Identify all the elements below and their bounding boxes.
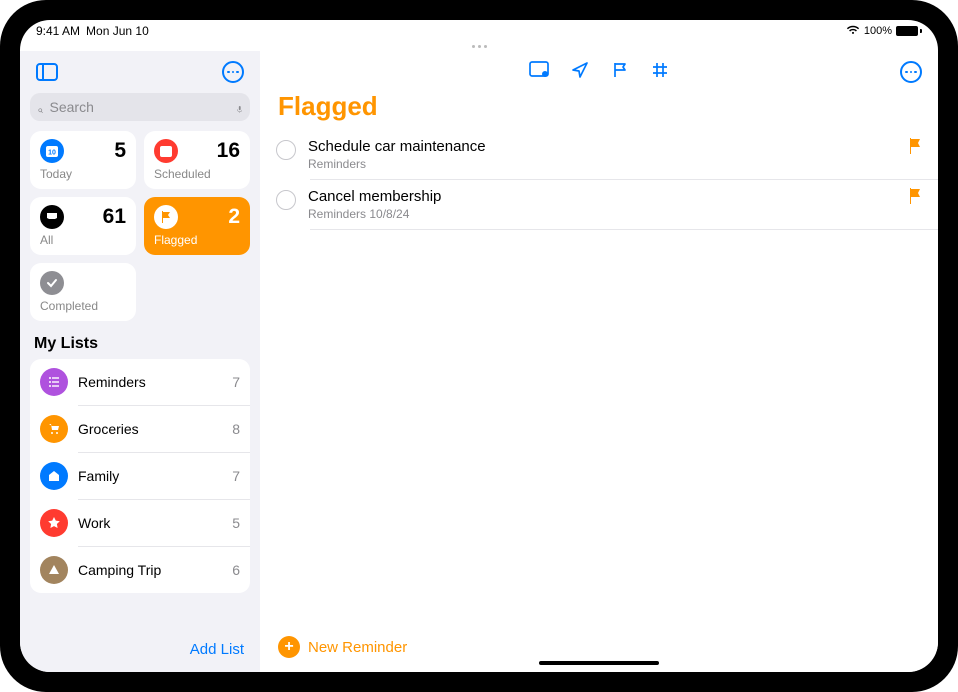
all-label: All	[40, 233, 126, 247]
completed-label: Completed	[40, 299, 126, 313]
list-count: 5	[232, 515, 240, 531]
more-icon	[900, 61, 922, 83]
search-box[interactable]	[30, 93, 250, 121]
all-count: 61	[103, 205, 126, 229]
reminder-checkbox[interactable]	[276, 190, 296, 210]
screen: 9:41 AM Mon Jun 10 100%	[20, 20, 938, 672]
scheduled-label: Scheduled	[154, 167, 240, 181]
status-bar: 9:41 AM Mon Jun 10 100%	[20, 20, 938, 42]
flag-icon	[908, 188, 922, 209]
list-name: Work	[78, 515, 222, 531]
my-lists: Reminders 7 Groceries 8	[30, 359, 250, 593]
add-list-button[interactable]: Add List	[190, 641, 244, 658]
home-indicator[interactable]	[539, 661, 659, 665]
star-icon	[40, 509, 68, 537]
reminder-subtitle: Reminders	[308, 157, 896, 171]
list-count: 6	[232, 562, 240, 578]
reminder-row[interactable]: Schedule car maintenance Reminders	[260, 130, 938, 179]
calendar-scheduled-icon	[154, 139, 178, 163]
list-count: 7	[232, 374, 240, 390]
main-more-button[interactable]	[898, 59, 924, 85]
flagged-count: 2	[228, 205, 240, 229]
calendar-today-icon: 10	[40, 139, 64, 163]
smart-list-grid: 10 5 Today 16 Scheduled	[30, 131, 250, 321]
reminder-checkbox[interactable]	[276, 140, 296, 160]
list-row-family[interactable]: Family 7	[30, 453, 250, 499]
tent-icon	[40, 556, 68, 584]
new-reminder-label: New Reminder	[308, 639, 407, 656]
main-pane: Flagged Schedule car maintenance Reminde…	[260, 51, 938, 672]
mic-icon[interactable]	[237, 100, 243, 114]
smart-card-all[interactable]: 61 All	[30, 197, 136, 255]
flag-toolbar-icon[interactable]	[611, 61, 629, 84]
battery-icon	[896, 26, 922, 36]
details-icon[interactable]	[529, 61, 549, 84]
home-icon	[40, 462, 68, 490]
list-row-reminders[interactable]: Reminders 7	[30, 359, 250, 405]
tag-icon[interactable]	[651, 61, 669, 84]
location-icon[interactable]	[571, 61, 589, 84]
list-name: Reminders	[78, 374, 222, 390]
today-count: 5	[114, 139, 126, 163]
toggle-sidebar-button[interactable]	[34, 59, 60, 85]
reminder-title: Cancel membership	[308, 188, 896, 205]
list-row-work[interactable]: Work 5	[30, 500, 250, 546]
multitasking-dots[interactable]	[20, 42, 938, 51]
sidebar: 10 5 Today 16 Scheduled	[20, 51, 260, 672]
flag-icon	[154, 205, 178, 229]
wifi-icon	[846, 24, 860, 39]
my-lists-title: My Lists	[30, 331, 250, 359]
list-row-groceries[interactable]: Groceries 8	[30, 406, 250, 452]
search-input[interactable]	[50, 99, 231, 115]
device-frame: 9:41 AM Mon Jun 10 100%	[0, 0, 958, 692]
scheduled-count: 16	[217, 139, 240, 163]
list-name: Groceries	[78, 421, 222, 437]
flag-icon	[908, 138, 922, 159]
today-label: Today	[40, 167, 126, 181]
smart-card-flagged[interactable]: 2 Flagged	[144, 197, 250, 255]
smart-card-completed[interactable]: Completed	[30, 263, 136, 321]
cart-icon	[40, 415, 68, 443]
list-name: Family	[78, 468, 222, 484]
list-row-camping[interactable]: Camping Trip 6	[30, 547, 250, 593]
list-count: 7	[232, 468, 240, 484]
reminder-title: Schedule car maintenance	[308, 138, 896, 155]
plus-circle-icon: +	[278, 636, 300, 658]
battery-pct: 100%	[864, 25, 892, 37]
svg-text:10: 10	[48, 150, 56, 157]
main-toolbar	[260, 51, 938, 89]
reminder-subtitle: Reminders 10/8/24	[308, 207, 896, 221]
inbox-icon	[40, 205, 64, 229]
app-body: 10 5 Today 16 Scheduled	[20, 51, 938, 672]
flagged-label: Flagged	[154, 233, 240, 247]
status-time: 9:41 AM	[36, 24, 80, 38]
reminder-row[interactable]: Cancel membership Reminders 10/8/24	[260, 180, 938, 229]
smart-card-today[interactable]: 10 5 Today	[30, 131, 136, 189]
smart-card-scheduled[interactable]: 16 Scheduled	[144, 131, 250, 189]
list-name: Camping Trip	[78, 562, 222, 578]
search-icon	[38, 100, 44, 114]
more-icon	[222, 61, 244, 83]
more-button[interactable]	[220, 59, 246, 85]
list-bullet-icon	[40, 368, 68, 396]
status-date: Mon Jun 10	[86, 24, 149, 38]
main-title: Flagged	[260, 89, 938, 130]
checkmark-icon	[40, 271, 64, 295]
list-count: 8	[232, 421, 240, 437]
new-reminder-button[interactable]: + New Reminder	[278, 636, 407, 658]
